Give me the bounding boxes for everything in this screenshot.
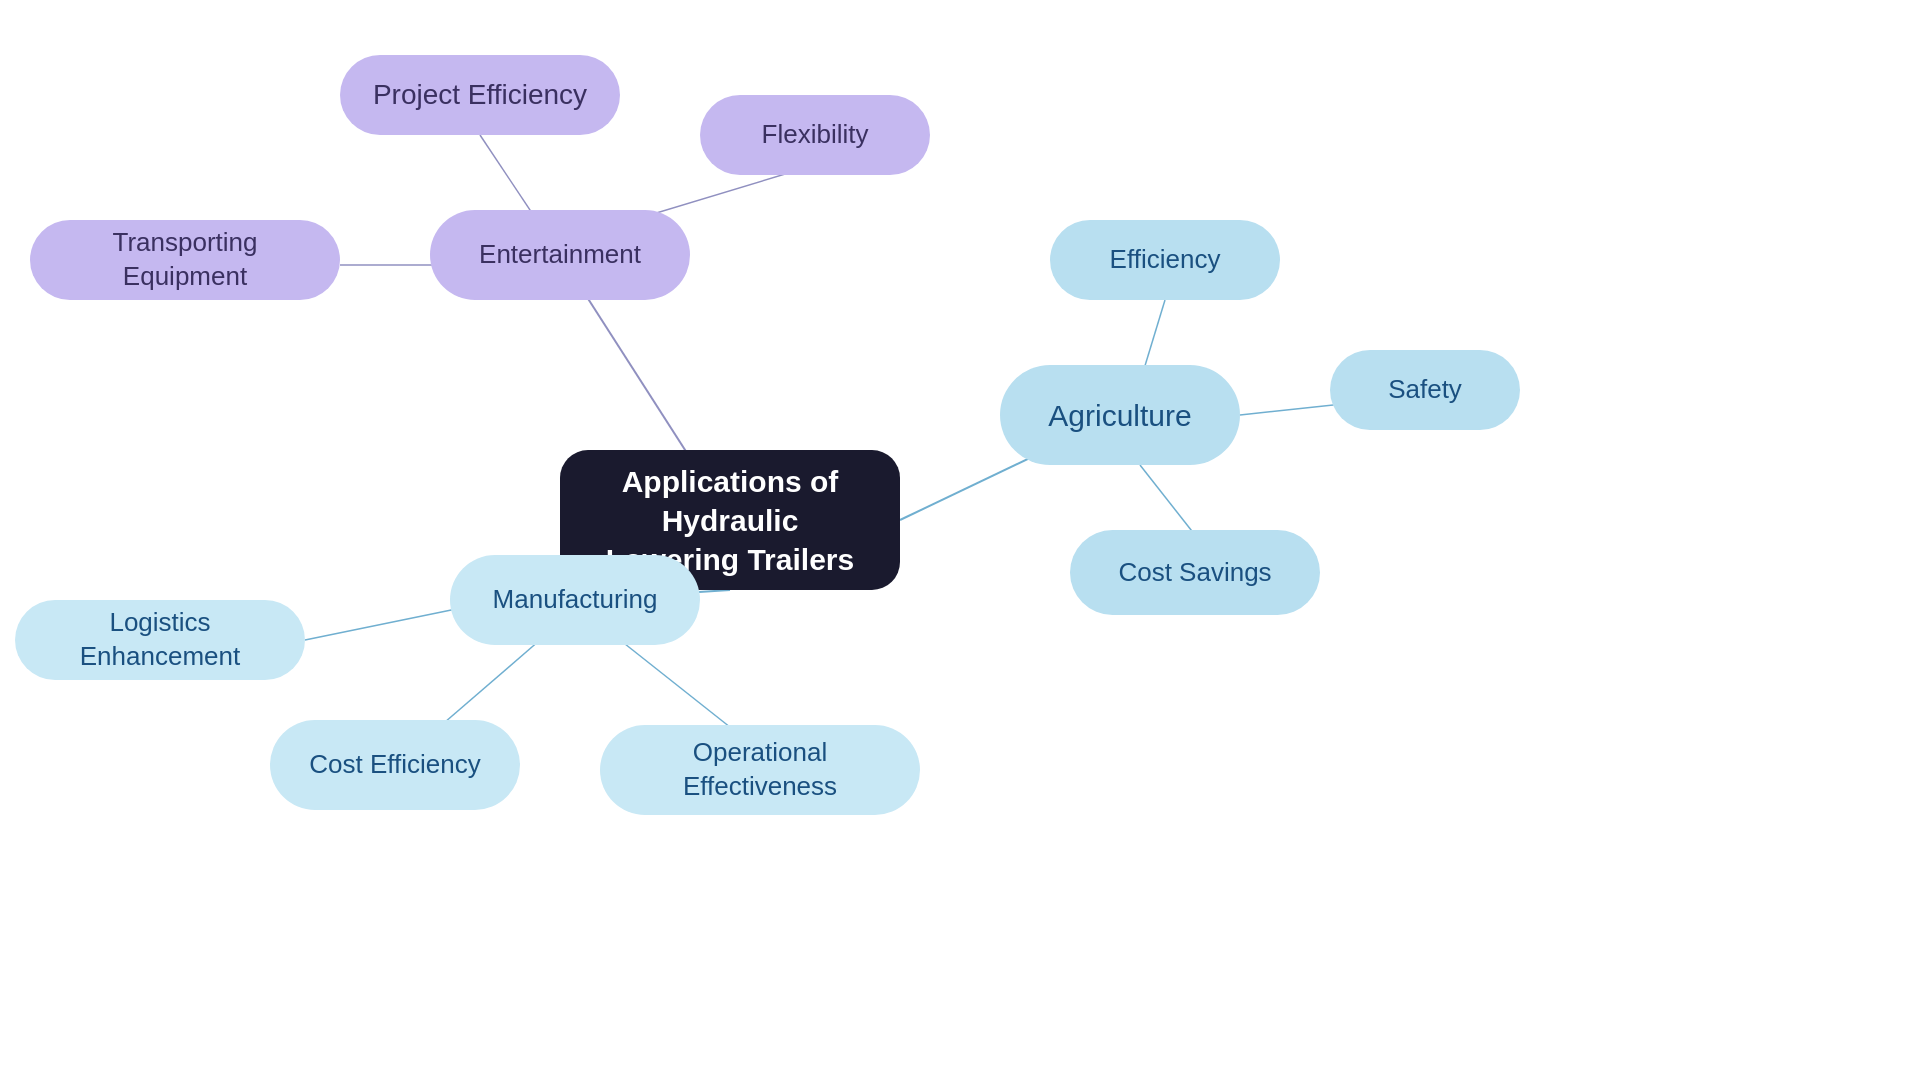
operational-effectiveness-node[interactable]: Operational Effectiveness: [600, 725, 920, 815]
entertainment-label: Entertainment: [479, 238, 641, 272]
project-efficiency-node[interactable]: Project Efficiency: [340, 55, 620, 135]
transporting-equipment-node[interactable]: Transporting Equipment: [30, 220, 340, 300]
entertainment-node[interactable]: Entertainment: [430, 210, 690, 300]
svg-line-8: [1140, 465, 1195, 535]
logistics-enhancement-node[interactable]: Logistics Enhancement: [15, 600, 305, 680]
manufacturing-label: Manufacturing: [493, 583, 658, 617]
flexibility-label: Flexibility: [762, 118, 869, 152]
cost-savings-label: Cost Savings: [1118, 556, 1271, 590]
cost-savings-node[interactable]: Cost Savings: [1070, 530, 1320, 615]
manufacturing-node[interactable]: Manufacturing: [450, 555, 700, 645]
safety-label: Safety: [1388, 373, 1462, 407]
cost-efficiency-label: Cost Efficiency: [309, 748, 480, 782]
cost-efficiency-node[interactable]: Cost Efficiency: [270, 720, 520, 810]
efficiency-label: Efficiency: [1110, 243, 1221, 277]
flexibility-node[interactable]: Flexibility: [700, 95, 930, 175]
transporting-equipment-label: Transporting Equipment: [62, 226, 308, 294]
project-efficiency-label: Project Efficiency: [373, 77, 587, 113]
svg-line-11: [620, 640, 740, 735]
agriculture-label: Agriculture: [1048, 396, 1191, 435]
agriculture-node[interactable]: Agriculture: [1000, 365, 1240, 465]
safety-node[interactable]: Safety: [1330, 350, 1520, 430]
operational-effectiveness-label: Operational Effectiveness: [632, 736, 888, 804]
efficiency-node[interactable]: Efficiency: [1050, 220, 1280, 300]
logistics-enhancement-label: Logistics Enhancement: [47, 606, 273, 674]
